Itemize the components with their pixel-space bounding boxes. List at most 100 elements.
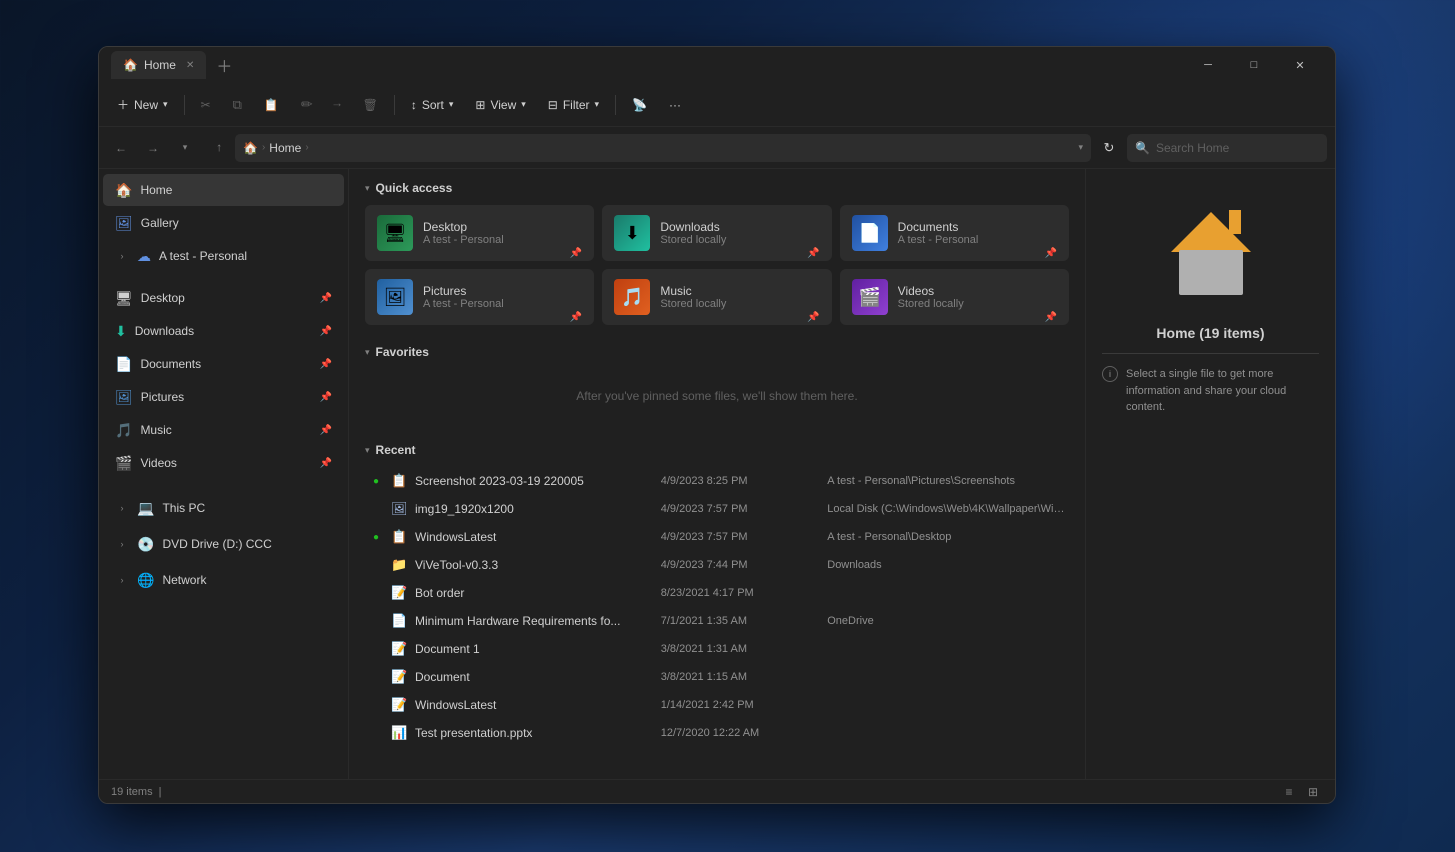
quick-access-title: Quick access — [376, 181, 453, 195]
sidebar-item-gallery[interactable]: 🖼 Gallery — [103, 207, 344, 239]
rename-icon: ✏ — [301, 96, 313, 113]
dvd-nav-icon: 💿 — [137, 536, 154, 553]
up-button[interactable]: → — [203, 134, 231, 162]
sidebar-desktop-label: Desktop — [141, 291, 185, 305]
minimize-button[interactable]: ─ — [1185, 49, 1231, 81]
quick-item-desktop[interactable]: 🖥 Desktop A test - Personal 📌 — [365, 205, 594, 261]
paste-button[interactable]: 📋 — [254, 89, 289, 121]
recent-location-2: A test - Personal\Desktop — [827, 531, 1065, 543]
new-button[interactable]: ＋ New ▾ — [107, 89, 178, 121]
title-bar: 🏠 Home ✕ ＋ ─ □ ✕ — [99, 47, 1335, 83]
tab-home-icon: 🏠 — [123, 58, 138, 72]
recent-item-8[interactable]: 📝 WindowsLatest 1/14/2021 2:42 PM — [365, 691, 1069, 719]
favorites-header[interactable]: ▾ Favorites — [365, 345, 1069, 359]
recent-item-1[interactable]: 🖼 img19_1920x1200 4/9/2023 7:57 PM Local… — [365, 495, 1069, 523]
cast-button[interactable]: 📡 — [622, 89, 657, 121]
recent-name-1: img19_1920x1200 — [415, 502, 653, 516]
cut-button[interactable]: ✂ — [191, 89, 221, 121]
recent-item-9[interactable]: 📊 Test presentation.pptx 12/7/2020 12:22… — [365, 719, 1069, 747]
tiles-view-button[interactable]: ⊞ — [1303, 783, 1323, 801]
recent-location-1: Local Disk (C:\Windows\Web\4K\Wallpaper\… — [827, 503, 1065, 515]
quick-item-music[interactable]: 🎵 Music Stored locally 📌 — [602, 269, 831, 325]
recent-item-4[interactable]: 📝 Bot order 8/23/2021 4:17 PM — [365, 579, 1069, 607]
downloads-folder-name: Downloads — [660, 220, 797, 234]
address-path[interactable]: 🏠 › Home › ▾ — [235, 134, 1091, 162]
home-tab[interactable]: 🏠 Home ✕ — [111, 51, 206, 79]
desktop-pin-icon: 📌 — [320, 293, 332, 304]
sidebar-downloads-label: Downloads — [135, 324, 194, 338]
home-illustration-icon — [1161, 202, 1261, 297]
favorites-title: Favorites — [376, 345, 429, 359]
sidebar-documents-label: Documents — [140, 357, 201, 371]
recent-date-0: 4/9/2023 8:25 PM — [661, 475, 820, 487]
refresh-button[interactable]: ↻ — [1095, 134, 1123, 162]
filter-button[interactable]: ⊟ Filter ▾ — [538, 89, 609, 121]
recent-item-6[interactable]: 📝 Document 1 3/8/2021 1:31 AM — [365, 635, 1069, 663]
music-folder-name: Music — [660, 284, 797, 298]
copy-button[interactable]: ⧉ — [223, 89, 252, 121]
status-items-count: 19 items — [111, 786, 153, 798]
back-button[interactable]: ← — [107, 134, 135, 162]
recent-status-8 — [369, 698, 383, 712]
view-chevron: ▾ — [521, 99, 526, 110]
recent-chevron: ▾ — [365, 445, 370, 456]
sidebar-dvd-section[interactable]: › 💿 DVD Drive (D:) CCC — [103, 528, 344, 560]
recent-header[interactable]: ▾ Recent — [365, 443, 1069, 457]
quick-access-header[interactable]: ▾ Quick access — [365, 181, 1069, 195]
path-end-separator: › — [305, 142, 308, 153]
quick-access-chevron: ▾ — [365, 183, 370, 194]
details-view-button[interactable]: ≡ — [1279, 783, 1299, 801]
sidebar-item-documents[interactable]: 📄 Documents 📌 — [103, 348, 344, 380]
view-button[interactable]: ⊞ View ▾ — [465, 89, 535, 121]
quick-item-downloads[interactable]: ⬇ Downloads Stored locally 📌 — [602, 205, 831, 261]
forward-button[interactable]: → — [139, 134, 167, 162]
maximize-button[interactable]: □ — [1231, 49, 1277, 81]
sidebar-item-pictures[interactable]: 🖼 Pictures 📌 — [103, 381, 344, 413]
documents-quick-pin: 📌 — [1045, 248, 1057, 259]
music-quick-pin: 📌 — [807, 312, 819, 323]
recent-locations-button[interactable]: ▾ — [171, 134, 199, 162]
sidebar-item-home[interactable]: 🏠 Home — [103, 174, 344, 206]
videos-folder-sub: Stored locally — [898, 298, 1035, 310]
recent-item-3[interactable]: 📁 ViVeTool-v0.3.3 4/9/2023 7:44 PM Downl… — [365, 551, 1069, 579]
sidebar-item-atest[interactable]: › ☁ A test - Personal — [103, 240, 344, 272]
desktop-folder-name: Desktop — [423, 220, 560, 234]
sidebar-item-music[interactable]: 🎵 Music 📌 — [103, 414, 344, 446]
downloads-folder-icon: ⬇ — [614, 215, 650, 251]
tab-close-icon[interactable]: ✕ — [186, 60, 194, 71]
favorites-chevron: ▾ — [365, 347, 370, 358]
close-button[interactable]: ✕ — [1277, 49, 1323, 81]
recent-item-7[interactable]: 📝 Document 3/8/2021 1:15 AM — [365, 663, 1069, 691]
search-box[interactable]: 🔍 Search Home — [1127, 134, 1327, 162]
recent-icon-4: 📝 — [391, 585, 407, 601]
recent-location-5: OneDrive — [827, 615, 1065, 627]
recent-item-0[interactable]: ● 📋 Screenshot 2023-03-19 220005 4/9/202… — [365, 467, 1069, 495]
recent-item-2[interactable]: ● 📋 WindowsLatest 4/9/2023 7:57 PM A tes… — [365, 523, 1069, 551]
downloads-folder-sub: Stored locally — [660, 234, 797, 246]
sidebar-this-pc-section[interactable]: › 💻 This PC — [103, 492, 344, 524]
sidebar-item-desktop[interactable]: 🖥 Desktop 📌 — [103, 282, 344, 314]
path-separator: › — [262, 142, 265, 153]
music-folder-sub: Stored locally — [660, 298, 797, 310]
sidebar-item-downloads[interactable]: ⬇ Downloads 📌 — [103, 315, 344, 347]
recent-status-0: ● — [369, 474, 383, 488]
toolbar-sep-1 — [184, 95, 185, 115]
pictures-folder-name: Pictures — [423, 284, 560, 298]
quick-item-pictures[interactable]: 🖼 Pictures A test - Personal 📌 — [365, 269, 594, 325]
recent-name-7: Document — [415, 670, 653, 684]
new-tab-button[interactable]: ＋ — [210, 51, 238, 79]
recent-location-3: Downloads — [827, 559, 1065, 571]
quick-item-videos[interactable]: 🎬 Videos Stored locally 📌 — [840, 269, 1069, 325]
more-button[interactable]: ··· — [659, 89, 691, 121]
delete-button[interactable]: 🗑 — [353, 89, 388, 121]
sidebar-network-section[interactable]: › 🌐 Network — [103, 564, 344, 596]
rename-button[interactable]: ✏ — [291, 89, 323, 121]
quick-item-documents[interactable]: 📄 Documents A test - Personal 📌 — [840, 205, 1069, 261]
sort-button[interactable]: ↕ Sort ▾ — [401, 89, 464, 121]
sidebar-item-videos[interactable]: 🎬 Videos 📌 — [103, 447, 344, 479]
share-button[interactable]: ↑ — [325, 89, 351, 121]
sidebar-atest-label: A test - Personal — [159, 249, 247, 263]
recent-item-5[interactable]: 📄 Minimum Hardware Requirements fo... 7/… — [365, 607, 1069, 635]
window-controls: ─ □ ✕ — [1185, 49, 1323, 81]
recent-name-3: ViVeTool-v0.3.3 — [415, 558, 653, 572]
